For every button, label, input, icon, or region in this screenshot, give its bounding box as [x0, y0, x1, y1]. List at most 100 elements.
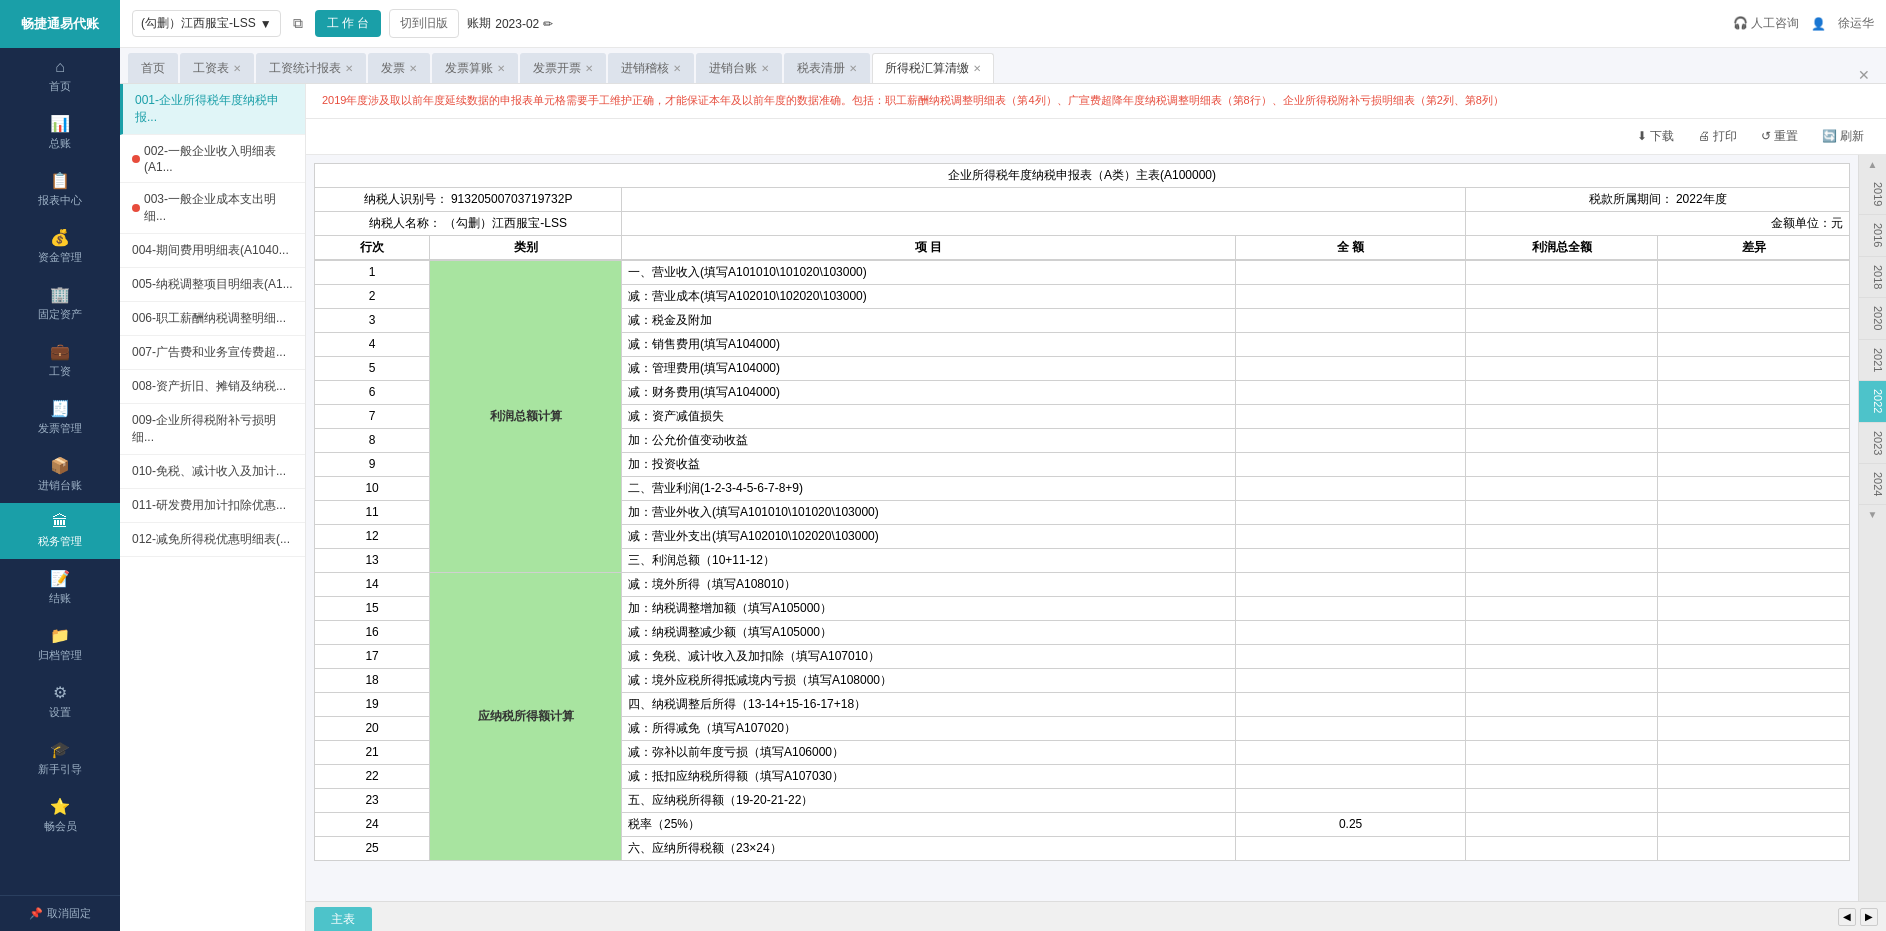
- year-item-2022[interactable]: 2022: [1859, 381, 1886, 422]
- year-item-2018[interactable]: 2018: [1859, 257, 1886, 298]
- row-number: 4: [315, 332, 430, 356]
- row-profit: [1466, 572, 1658, 596]
- row-number: 25: [315, 836, 430, 860]
- sub-nav-item-004[interactable]: 004-期间费用明细表(A1040...: [120, 234, 305, 268]
- tab-invoice-calc[interactable]: 发票算账 ✕: [432, 53, 518, 83]
- tab-tax-list[interactable]: 税表清册 ✕: [784, 53, 870, 83]
- customer-service-btn[interactable]: 🎧 人工咨询: [1733, 15, 1799, 32]
- sidebar-item-guide[interactable]: 🎓 新手引导: [0, 730, 120, 787]
- sub-nav-item-006[interactable]: 006-职工薪酬纳税调整明细...: [120, 302, 305, 336]
- year-item-2021[interactable]: 2021: [1859, 340, 1886, 381]
- sidebar-item-settings[interactable]: ⚙ 设置: [0, 673, 120, 730]
- copy-icon[interactable]: ⧉: [293, 15, 303, 32]
- row-amount: [1236, 452, 1466, 476]
- sub-nav-item-009[interactable]: 009-企业所得税附补亏损明细...: [120, 404, 305, 455]
- close-tab-icon[interactable]: ✕: [233, 63, 241, 74]
- close-tab-icon[interactable]: ✕: [761, 63, 769, 74]
- invoices-icon: 🧾: [50, 399, 70, 418]
- sidebar-item-archive[interactable]: 📁 归档管理: [0, 616, 120, 673]
- sub-nav-item-002[interactable]: 002-一般企业收入明细表(A1...: [120, 135, 305, 183]
- sub-nav-label: 010-免税、减计收入及加计...: [132, 463, 286, 480]
- warning-banner: 2019年度涉及取以前年度延续数据的申报表单元格需要手工维护正确，才能保证本年及…: [306, 84, 1886, 119]
- row-amount: [1236, 716, 1466, 740]
- year-item-2019[interactable]: 2019: [1859, 174, 1886, 215]
- refresh-icon: 🔄: [1822, 129, 1837, 143]
- sub-nav-label: 002-一般企业收入明细表(A1...: [144, 143, 293, 174]
- sub-nav-item-008[interactable]: 008-资产折旧、摊销及纳税...: [120, 370, 305, 404]
- download-button[interactable]: ⬇ 下载: [1631, 125, 1680, 148]
- sidebar-item-home[interactable]: ⌂ 首页: [0, 48, 120, 104]
- close-tab-icon[interactable]: ✕: [409, 63, 417, 74]
- close-tab-icon[interactable]: ✕: [673, 63, 681, 74]
- sidebar-item-finance[interactable]: 💰 资金管理: [0, 218, 120, 275]
- year-scroll-up[interactable]: ▲: [1864, 155, 1882, 174]
- tab-home[interactable]: 首页: [128, 53, 178, 83]
- sidebar-item-purchases[interactable]: 📦 进销台账: [0, 446, 120, 503]
- sidebar-item-invoices[interactable]: 🧾 发票管理: [0, 389, 120, 446]
- sub-nav-item-003[interactable]: 003-一般企业成本支出明细...: [120, 183, 305, 234]
- sidebar-item-reports[interactable]: 📋 报表中心: [0, 161, 120, 218]
- sidebar-item-assets[interactable]: 🏢 固定资产: [0, 275, 120, 332]
- tab-sales-ledger[interactable]: 进销台账 ✕: [696, 53, 782, 83]
- reset-button[interactable]: ↺ 重置: [1755, 125, 1804, 148]
- sub-nav-item-007[interactable]: 007-广告费和业务宣传费超...: [120, 336, 305, 370]
- year-item-2020[interactable]: 2020: [1859, 298, 1886, 339]
- tab-invoice[interactable]: 发票 ✕: [368, 53, 430, 83]
- headset-icon: 🎧: [1733, 16, 1748, 30]
- print-button[interactable]: 🖨 打印: [1692, 125, 1743, 148]
- row-profit: [1466, 548, 1658, 572]
- col-header-category: 类别: [430, 235, 622, 259]
- row-diff: [1658, 668, 1850, 692]
- row-profit: [1466, 740, 1658, 764]
- tab-invoice-open[interactable]: 发票开票 ✕: [520, 53, 606, 83]
- refresh-button[interactable]: 🔄 刷新: [1816, 125, 1870, 148]
- close-all-tabs-btn[interactable]: ✕: [1850, 67, 1878, 83]
- tab-payroll[interactable]: 工资表 ✕: [180, 53, 254, 83]
- row-amount: [1236, 380, 1466, 404]
- company-selector[interactable]: (勾删）江西服宝-LSS ▼: [132, 10, 281, 37]
- scroll-left-btn[interactable]: ◀: [1838, 908, 1856, 926]
- row-number: 21: [315, 740, 430, 764]
- row-amount: [1236, 620, 1466, 644]
- close-tab-icon[interactable]: ✕: [497, 63, 505, 74]
- sidebar-item-payroll[interactable]: 💼 工资: [0, 332, 120, 389]
- topbar-right: 🎧 人工咨询 👤 徐运华: [1733, 15, 1874, 32]
- close-tab-icon[interactable]: ✕: [849, 63, 857, 74]
- sub-nav-item-011[interactable]: 011-研发费用加计扣除优惠...: [120, 489, 305, 523]
- ledger-icon: 📊: [50, 114, 70, 133]
- sidebar-item-member[interactable]: ⭐ 畅会员: [0, 787, 120, 844]
- sub-nav-item-005[interactable]: 005-纳税调整项目明细表(A1...: [120, 268, 305, 302]
- row-diff: [1658, 812, 1850, 836]
- row-diff: [1658, 788, 1850, 812]
- workbench-button[interactable]: 工 作 台: [315, 10, 382, 37]
- sub-nav-item-010[interactable]: 010-免税、减计收入及加计...: [120, 455, 305, 489]
- sidebar-item-tax[interactable]: 🏛 税务管理: [0, 503, 120, 559]
- tab-sales-check[interactable]: 进销稽核 ✕: [608, 53, 694, 83]
- close-tab-icon[interactable]: ✕: [345, 63, 353, 74]
- tab-label: 所得税汇算清缴: [885, 60, 969, 77]
- bottom-tab-main[interactable]: 主表: [314, 907, 372, 931]
- sub-nav-label: 012-减免所得税优惠明细表(...: [132, 531, 290, 548]
- scroll-right-btn[interactable]: ▶: [1860, 908, 1878, 926]
- tab-payroll-stats[interactable]: 工资统计报表 ✕: [256, 53, 366, 83]
- download-icon: ⬇: [1637, 129, 1647, 143]
- row-number: 6: [315, 380, 430, 404]
- sidebar-item-ledger[interactable]: 📊 总账: [0, 104, 120, 161]
- row-profit: [1466, 284, 1658, 308]
- row-number: 24: [315, 812, 430, 836]
- edit-period-icon[interactable]: ✏: [543, 17, 553, 31]
- year-scroll-down[interactable]: ▼: [1864, 505, 1882, 524]
- sidebar-item-close[interactable]: 📝 结账: [0, 559, 120, 616]
- close-tab-icon[interactable]: ✕: [585, 63, 593, 74]
- sub-nav-item-012[interactable]: 012-减免所得税优惠明细表(...: [120, 523, 305, 557]
- period-display: 账期 2023-02 ✏: [467, 15, 553, 32]
- close-tab-icon[interactable]: ✕: [973, 63, 981, 74]
- sidebar-item-label: 发票管理: [38, 421, 82, 436]
- year-item-2024[interactable]: 2024: [1859, 464, 1886, 505]
- sidebar-pin-toggle[interactable]: 📌 取消固定: [0, 895, 120, 931]
- sub-nav-item-001[interactable]: 001-企业所得税年度纳税申报...: [120, 84, 305, 135]
- tab-income-tax[interactable]: 所得税汇算清缴 ✕: [872, 53, 994, 83]
- year-item-2023[interactable]: 2023: [1859, 423, 1886, 464]
- year-item-2016[interactable]: 2016: [1859, 215, 1886, 256]
- switch-version-button[interactable]: 切到旧版: [389, 9, 459, 38]
